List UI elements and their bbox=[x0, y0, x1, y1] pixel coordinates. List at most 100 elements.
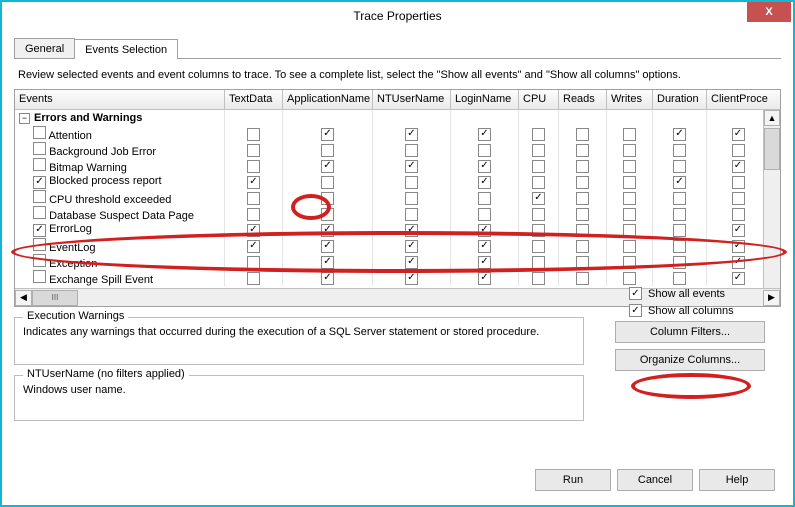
event-row-checkbox[interactable] bbox=[33, 254, 46, 267]
show-all-columns-checkbox[interactable] bbox=[629, 304, 642, 317]
event-row-checkbox[interactable] bbox=[33, 224, 46, 237]
cell-checkbox[interactable] bbox=[405, 224, 418, 237]
cell-checkbox[interactable] bbox=[532, 240, 545, 253]
cell-checkbox[interactable] bbox=[732, 192, 745, 205]
cell-checkbox[interactable] bbox=[405, 240, 418, 253]
cell-checkbox[interactable] bbox=[478, 160, 491, 173]
cell-checkbox[interactable] bbox=[321, 224, 334, 237]
cell-checkbox[interactable] bbox=[576, 128, 589, 141]
col-textdata[interactable]: TextData bbox=[225, 90, 283, 109]
cell-checkbox[interactable] bbox=[673, 240, 686, 253]
event-row-checkbox[interactable] bbox=[33, 142, 46, 155]
cell-checkbox[interactable] bbox=[247, 224, 260, 237]
cell-checkbox[interactable] bbox=[623, 256, 636, 269]
cell-checkbox[interactable] bbox=[321, 272, 334, 285]
cell-checkbox[interactable] bbox=[532, 224, 545, 237]
col-ntusername[interactable]: NTUserName bbox=[373, 90, 451, 109]
cell-checkbox[interactable] bbox=[405, 160, 418, 173]
cell-checkbox[interactable] bbox=[673, 144, 686, 157]
cell-checkbox[interactable] bbox=[532, 256, 545, 269]
cell-checkbox[interactable] bbox=[532, 192, 545, 205]
cell-checkbox[interactable] bbox=[623, 144, 636, 157]
cell-checkbox[interactable] bbox=[623, 224, 636, 237]
cell-checkbox[interactable] bbox=[247, 144, 260, 157]
event-row-checkbox[interactable] bbox=[33, 126, 46, 139]
vscroll-thumb[interactable] bbox=[764, 128, 780, 170]
event-row-checkbox[interactable] bbox=[33, 206, 46, 219]
cell-checkbox[interactable] bbox=[576, 192, 589, 205]
scroll-right-icon[interactable]: ▶ bbox=[763, 290, 780, 306]
organize-columns-button[interactable]: Organize Columns... bbox=[615, 349, 765, 371]
cell-checkbox[interactable] bbox=[732, 224, 745, 237]
cell-checkbox[interactable] bbox=[623, 192, 636, 205]
cell-checkbox[interactable] bbox=[576, 208, 589, 221]
cell-checkbox[interactable] bbox=[247, 240, 260, 253]
cell-checkbox[interactable] bbox=[623, 208, 636, 221]
cell-checkbox[interactable] bbox=[247, 256, 260, 269]
help-button[interactable]: Help bbox=[699, 469, 775, 491]
cell-checkbox[interactable] bbox=[623, 176, 636, 189]
cell-checkbox[interactable] bbox=[321, 128, 334, 141]
cell-checkbox[interactable] bbox=[247, 160, 260, 173]
cell-checkbox[interactable] bbox=[478, 256, 491, 269]
cell-checkbox[interactable] bbox=[673, 192, 686, 205]
run-button[interactable]: Run bbox=[535, 469, 611, 491]
category-cell[interactable]: −Errors and Warnings bbox=[15, 110, 225, 126]
cell-checkbox[interactable] bbox=[576, 160, 589, 173]
cell-checkbox[interactable] bbox=[673, 160, 686, 173]
cell-checkbox[interactable] bbox=[321, 160, 334, 173]
tab-general[interactable]: General bbox=[14, 38, 75, 58]
cell-checkbox[interactable] bbox=[576, 272, 589, 285]
cell-checkbox[interactable] bbox=[247, 176, 260, 189]
col-events[interactable]: Events bbox=[15, 90, 225, 109]
event-row-checkbox[interactable] bbox=[33, 176, 46, 189]
cell-checkbox[interactable] bbox=[405, 208, 418, 221]
cell-checkbox[interactable] bbox=[321, 192, 334, 205]
cell-checkbox[interactable] bbox=[478, 224, 491, 237]
cancel-button[interactable]: Cancel bbox=[617, 469, 693, 491]
cell-checkbox[interactable] bbox=[576, 144, 589, 157]
hscroll-thumb[interactable]: III bbox=[32, 290, 78, 306]
cell-checkbox[interactable] bbox=[405, 144, 418, 157]
cell-checkbox[interactable] bbox=[532, 128, 545, 141]
cell-checkbox[interactable] bbox=[623, 240, 636, 253]
col-loginname[interactable]: LoginName bbox=[451, 90, 519, 109]
cell-checkbox[interactable] bbox=[532, 272, 545, 285]
cell-checkbox[interactable] bbox=[478, 128, 491, 141]
cell-checkbox[interactable] bbox=[405, 128, 418, 141]
cell-checkbox[interactable] bbox=[532, 208, 545, 221]
scroll-up-icon[interactable]: ▲ bbox=[764, 110, 780, 126]
cell-checkbox[interactable] bbox=[576, 240, 589, 253]
col-clientprocess[interactable]: ClientProce bbox=[707, 90, 770, 109]
cell-checkbox[interactable] bbox=[405, 256, 418, 269]
col-reads[interactable]: Reads bbox=[559, 90, 607, 109]
cell-checkbox[interactable] bbox=[732, 176, 745, 189]
cell-checkbox[interactable] bbox=[478, 240, 491, 253]
cell-checkbox[interactable] bbox=[732, 128, 745, 141]
cell-checkbox[interactable] bbox=[321, 208, 334, 221]
cell-checkbox[interactable] bbox=[673, 176, 686, 189]
cell-checkbox[interactable] bbox=[247, 128, 260, 141]
cell-checkbox[interactable] bbox=[576, 176, 589, 189]
cell-checkbox[interactable] bbox=[321, 176, 334, 189]
cell-checkbox[interactable] bbox=[247, 208, 260, 221]
event-row-checkbox[interactable] bbox=[33, 190, 46, 203]
cell-checkbox[interactable] bbox=[673, 128, 686, 141]
cell-checkbox[interactable] bbox=[478, 144, 491, 157]
col-cpu[interactable]: CPU bbox=[519, 90, 559, 109]
cell-checkbox[interactable] bbox=[532, 160, 545, 173]
col-writes[interactable]: Writes bbox=[607, 90, 653, 109]
column-filters-button[interactable]: Column Filters... bbox=[615, 321, 765, 343]
cell-checkbox[interactable] bbox=[623, 128, 636, 141]
cell-checkbox[interactable] bbox=[673, 256, 686, 269]
cell-checkbox[interactable] bbox=[732, 256, 745, 269]
cell-checkbox[interactable] bbox=[732, 240, 745, 253]
cell-checkbox[interactable] bbox=[247, 192, 260, 205]
cell-checkbox[interactable] bbox=[478, 208, 491, 221]
cell-checkbox[interactable] bbox=[732, 208, 745, 221]
cell-checkbox[interactable] bbox=[405, 272, 418, 285]
event-row-checkbox[interactable] bbox=[33, 158, 46, 171]
cell-checkbox[interactable] bbox=[673, 208, 686, 221]
close-button[interactable]: X bbox=[747, 2, 791, 22]
cell-checkbox[interactable] bbox=[576, 224, 589, 237]
